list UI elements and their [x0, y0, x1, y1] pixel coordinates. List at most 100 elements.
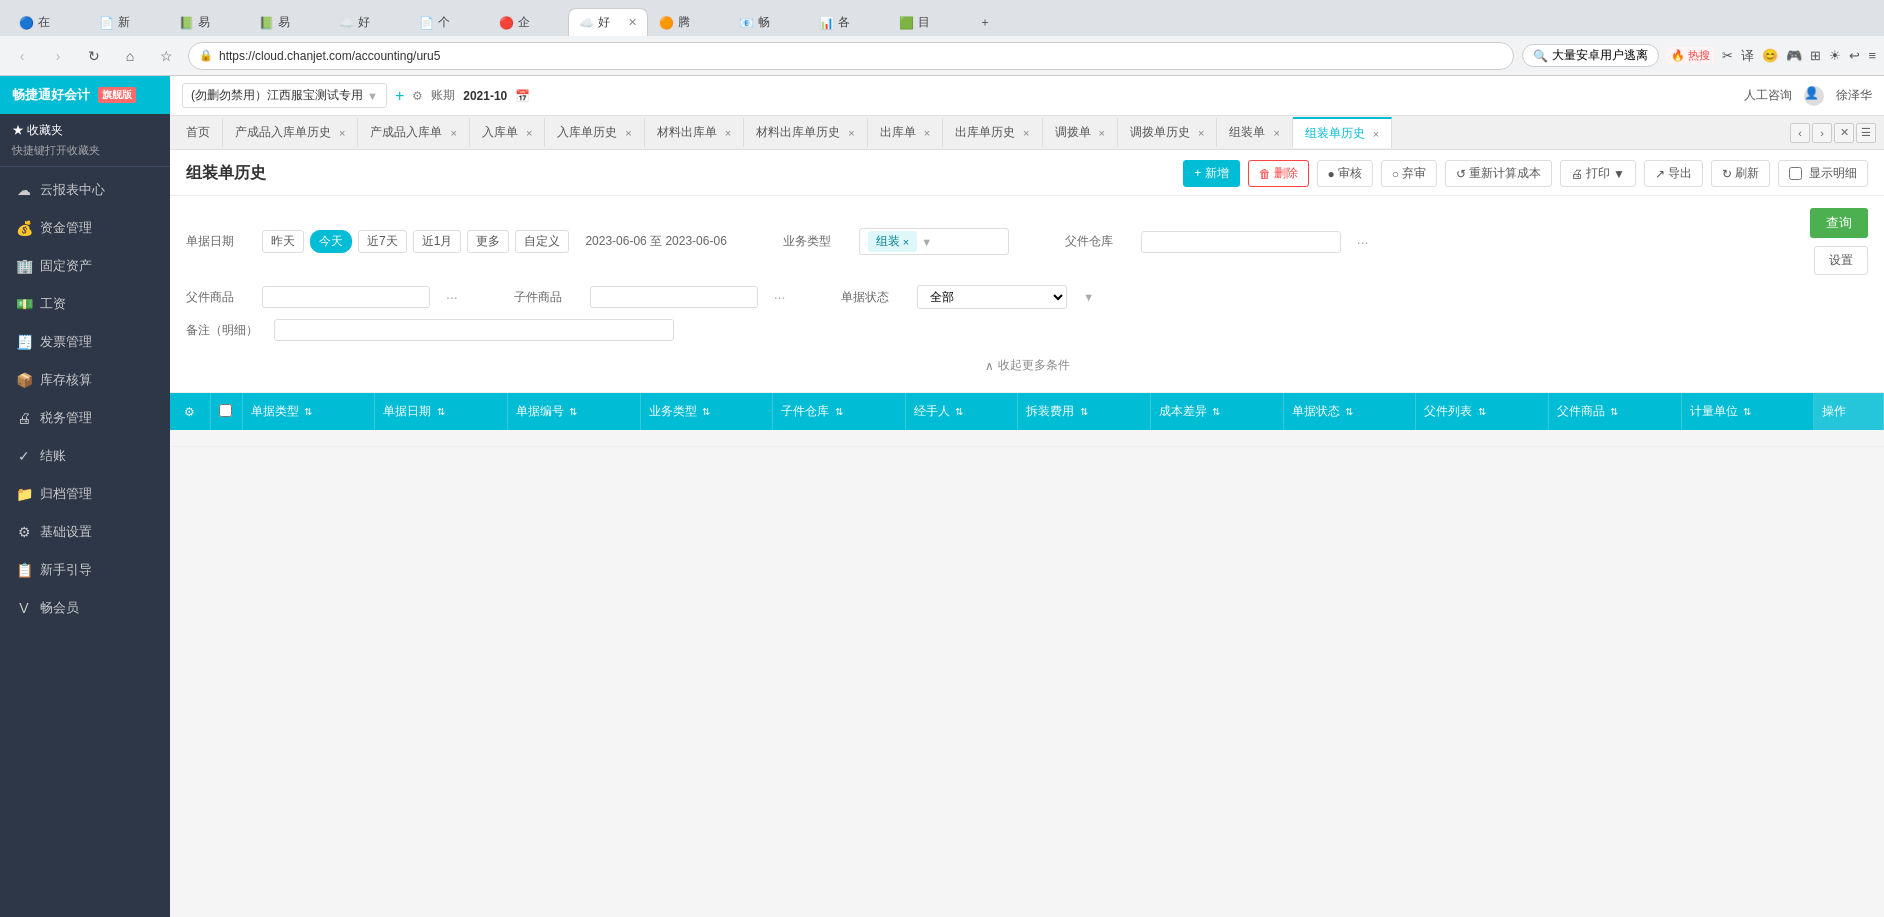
browser-tab-10[interactable]: 📧 畅 [728, 8, 808, 36]
tab-8-close[interactable]: ✕ [628, 16, 637, 29]
month-btn[interactable]: 近1月 [413, 230, 462, 253]
settings-icon[interactable]: ⚙ [412, 89, 423, 103]
tab-mat-out[interactable]: 材料出库单 × [645, 118, 744, 147]
th-doc-no[interactable]: 单据编号 ⇅ [507, 393, 640, 430]
show-detail-checkbox[interactable] [1789, 167, 1802, 180]
select-all-checkbox[interactable] [219, 404, 232, 417]
menu-item-basic[interactable]: ⚙ 基础设置 [0, 513, 170, 551]
browser-tab-9[interactable]: 🟠 腾 [648, 8, 728, 36]
biz-type-dropdown-icon[interactable]: ▼ [921, 236, 932, 248]
today-btn[interactable]: 今天 [310, 230, 352, 253]
new-tab-button[interactable]: ＋ [968, 8, 1048, 36]
menu-item-cloud-report[interactable]: ☁ 云报表中心 [0, 171, 170, 209]
tab-prod-in-hist[interactable]: 产成品入库单历史 × [223, 118, 358, 147]
export-button[interactable]: ↗ 导出 [1644, 160, 1703, 187]
tab-mat-out-close[interactable]: × [725, 127, 731, 139]
audit-button[interactable]: ● 审核 [1317, 160, 1373, 187]
th-parent-goods[interactable]: 父件商品 ⇅ [1549, 393, 1682, 430]
menu-item-fixed-assets[interactable]: 🏢 固定资产 [0, 247, 170, 285]
tab-kit-hist[interactable]: 组装单历史 × [1293, 117, 1392, 148]
th-settings[interactable]: ⚙ [170, 393, 210, 430]
parent-goods-input[interactable] [262, 286, 430, 308]
tab-mat-out-hist-close[interactable]: × [848, 127, 854, 139]
company-selector[interactable]: (勿删勿禁用）江西服宝测试专用 ▼ [182, 83, 387, 108]
more-date-btn[interactable]: 更多 [467, 230, 509, 253]
menu-item-inventory[interactable]: 📦 库存核算 [0, 361, 170, 399]
note-input[interactable] [274, 319, 674, 341]
home-browser-button[interactable]: ⌂ [116, 42, 144, 70]
tab-in-close[interactable]: × [526, 127, 532, 139]
custom-date-btn[interactable]: 自定义 [515, 230, 569, 253]
tab-right-arrow[interactable]: › [1812, 123, 1832, 143]
browser-tab-11[interactable]: 📊 各 [808, 8, 888, 36]
th-doc-type[interactable]: 单据类型 ⇅ [242, 393, 375, 430]
tab-kit[interactable]: 组装单 × [1217, 118, 1292, 147]
tab-close-all[interactable]: ✕ [1834, 123, 1854, 143]
refresh-browser-button[interactable]: ↻ [80, 42, 108, 70]
th-disassemble-fee[interactable]: 拆装费用 ⇅ [1018, 393, 1151, 430]
tab-menu[interactable]: ☰ [1856, 123, 1876, 143]
tab-out-hist-close[interactable]: × [1023, 127, 1029, 139]
parent-goods-ellipsis[interactable]: ··· [446, 289, 458, 305]
status-select[interactable]: 全部 [917, 285, 1067, 309]
tab-prod-in-hist-close[interactable]: × [339, 127, 345, 139]
recalc-cost-button[interactable]: ↺ 重新计算成本 [1445, 160, 1552, 187]
browser-tab-3[interactable]: 📗 易 [168, 8, 248, 36]
new-button[interactable]: + 新增 [1183, 160, 1239, 187]
browser-tab-5[interactable]: ☁️ 好 [328, 8, 408, 36]
browser-tab-8[interactable]: ☁️ 好 ✕ [568, 8, 648, 36]
menu-item-payroll[interactable]: 💵 工资 [0, 285, 170, 323]
th-parent-list[interactable]: 父件列表 ⇅ [1416, 393, 1549, 430]
week-btn[interactable]: 近7天 [358, 230, 407, 253]
menu-item-guide[interactable]: 📋 新手引导 [0, 551, 170, 589]
tab-assemble-hist-close[interactable]: × [1198, 127, 1204, 139]
th-child-warehouse[interactable]: 子件仓库 ⇅ [773, 393, 906, 430]
address-bar[interactable]: 🔒 https://cloud.chanjet.com/accounting/u… [188, 42, 1514, 70]
tab-in[interactable]: 入库单 × [470, 118, 545, 147]
tab-in-hist[interactable]: 入库单历史 × [545, 118, 644, 147]
biz-type-tag-close[interactable]: × [903, 236, 909, 248]
menu-item-tax[interactable]: 🖨 税务管理 [0, 399, 170, 437]
back-button[interactable]: ‹ [8, 42, 36, 70]
add-company-button[interactable]: + [395, 87, 404, 105]
tab-assemble-hist[interactable]: 调拨单历史 × [1118, 118, 1217, 147]
parent-warehouse-ellipsis[interactable]: ··· [1357, 234, 1369, 250]
browser-tab-2[interactable]: 📄 新 [88, 8, 168, 36]
parent-warehouse-input[interactable] [1141, 231, 1341, 253]
refresh-button[interactable]: ↻ 刷新 [1711, 160, 1770, 187]
browser-tab-7[interactable]: 🔴 企 [488, 8, 568, 36]
tab-out-hist[interactable]: 出库单历史 × [943, 118, 1042, 147]
child-goods-ellipsis[interactable]: ··· [774, 289, 786, 305]
tab-prod-in-close[interactable]: × [450, 127, 456, 139]
calendar-icon[interactable]: 📅 [515, 89, 530, 103]
forward-button[interactable]: › [44, 42, 72, 70]
th-doc-date[interactable]: 单据日期 ⇅ [375, 393, 508, 430]
th-cost-diff[interactable]: 成本差异 ⇅ [1150, 393, 1283, 430]
tab-prod-in[interactable]: 产成品入库单 × [358, 118, 469, 147]
th-doc-status[interactable]: 单据状态 ⇅ [1283, 393, 1416, 430]
tab-out-close[interactable]: × [924, 127, 930, 139]
th-biz-type[interactable]: 业务类型 ⇅ [640, 393, 773, 430]
bookmark-button[interactable]: ☆ [152, 42, 180, 70]
browser-tab-12[interactable]: 🟩 目 [888, 8, 968, 36]
menu-item-checkout[interactable]: ✓ 结账 [0, 437, 170, 475]
menu-item-invoice[interactable]: 🧾 发票管理 [0, 323, 170, 361]
th-checkbox[interactable] [210, 393, 242, 430]
menu-item-archive[interactable]: 📁 归档管理 [0, 475, 170, 513]
show-detail-button[interactable]: 显示明细 [1778, 160, 1868, 187]
th-unit[interactable]: 计量单位 ⇅ [1681, 393, 1814, 430]
child-goods-input[interactable] [590, 286, 758, 308]
browser-tab-4[interactable]: 📗 易 [248, 8, 328, 36]
favorites-shortcut[interactable]: 快捷键打开收藏夹 [12, 143, 158, 158]
support-label[interactable]: 人工咨询 [1744, 87, 1792, 104]
tab-home[interactable]: 首页 [174, 118, 223, 147]
yesterday-btn[interactable]: 昨天 [262, 230, 304, 253]
tab-assemble[interactable]: 调拨单 × [1043, 118, 1118, 147]
query-button[interactable]: 查询 [1810, 208, 1868, 238]
tab-left-arrow[interactable]: ‹ [1790, 123, 1810, 143]
menu-item-member[interactable]: V 畅会员 [0, 589, 170, 627]
menu-item-fund[interactable]: 💰 资金管理 [0, 209, 170, 247]
tab-in-hist-close[interactable]: × [625, 127, 631, 139]
settings-button[interactable]: 设置 [1814, 246, 1868, 275]
tab-assemble-close[interactable]: × [1099, 127, 1105, 139]
